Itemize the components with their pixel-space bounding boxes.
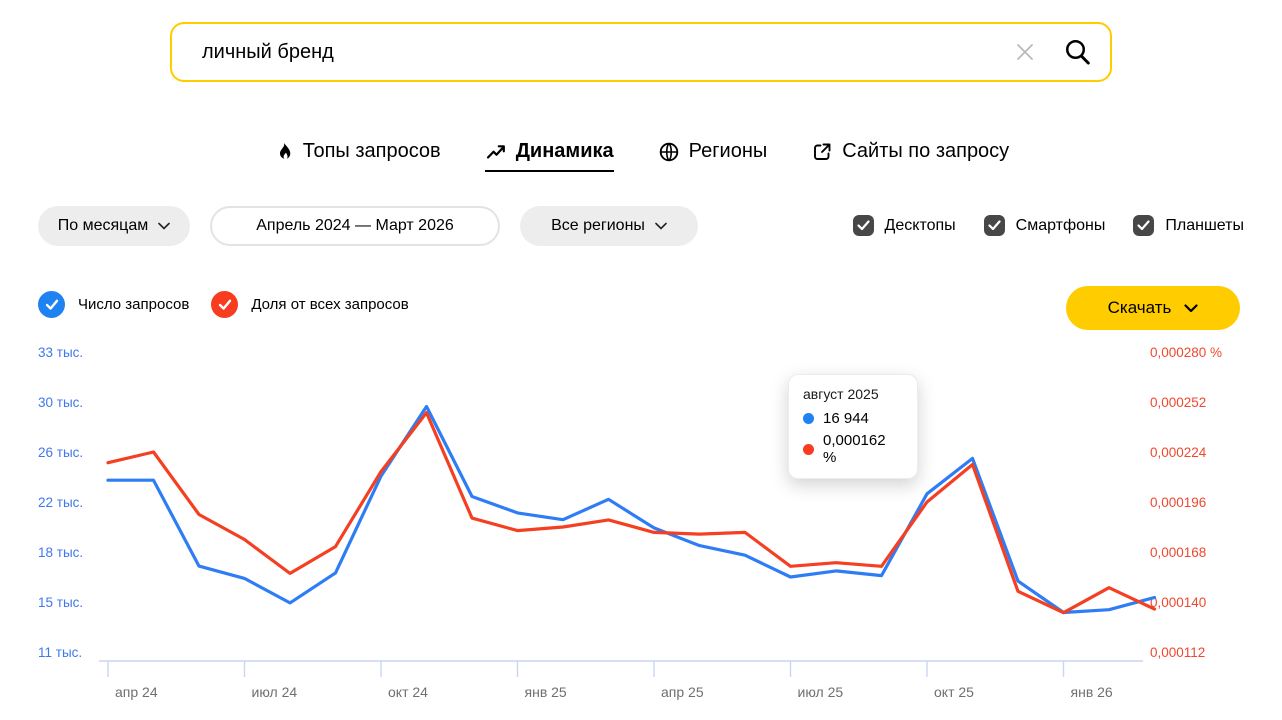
left-axis-tick-label: 18 тыс. — [38, 545, 83, 560]
left-axis-tick-label: 26 тыс. — [38, 445, 83, 460]
x-axis-tick-label: июл 24 — [252, 684, 298, 700]
x-axis-tick-label: янв 25 — [525, 684, 567, 700]
tooltip-month: август 2025 — [803, 386, 879, 402]
right-axis-tick-label: 0,000280 % — [1150, 345, 1222, 360]
tooltip-row-share: 0,000162 % — [803, 432, 903, 466]
right-axis-tick-label: 0,000224 — [1150, 445, 1207, 460]
right-axis-tick-label: 0,000112 — [1150, 645, 1205, 660]
right-axis-tick-label: 0,000168 — [1150, 545, 1206, 560]
left-axis-tick-label: 22 тыс. — [38, 495, 83, 510]
left-axis-tick-label: 11 тыс. — [38, 645, 82, 660]
x-axis-tick-label: окт 24 — [388, 684, 428, 700]
blue-series-dot-icon — [803, 413, 814, 424]
queries-line — [106, 404, 1157, 615]
x-axis-tick-label: июл 25 — [798, 684, 844, 700]
x-axis-tick-label: янв 26 — [1071, 684, 1113, 700]
x-axis-tick-label: апр 25 — [661, 684, 704, 700]
right-axis-tick-label: 0,000252 — [1150, 395, 1206, 410]
red-series-dot-icon — [803, 443, 814, 455]
wordstat-page: Топы запросов Динамика Регионы Сайты по … — [0, 0, 1282, 720]
trend-chart[interactable]: 33 тыс. 30 тыс. 26 тыс. 22 тыс. 18 тыс. 15 ты… — [0, 0, 1282, 720]
right-axis-tick-label: 0,000196 — [1150, 495, 1206, 510]
left-axis-tick-label: 33 тыс. — [38, 345, 83, 360]
left-axis-tick-label: 30 тыс. — [38, 395, 83, 410]
x-axis-tick-label: окт 25 — [934, 684, 974, 700]
tooltip-share-value: 0,000162 % — [823, 432, 886, 466]
left-axis-tick-label: 15 тыс. — [38, 595, 83, 610]
tooltip-queries-value: 16 944 — [823, 410, 869, 427]
tooltip-row-queries: 16 944 — [803, 410, 903, 427]
x-axis-tick-label: апр 24 — [115, 684, 158, 700]
chart-tooltip: август 2025 16 944 0,000162 % — [788, 374, 918, 479]
right-axis-tick-label: 0,000140 — [1150, 595, 1206, 610]
